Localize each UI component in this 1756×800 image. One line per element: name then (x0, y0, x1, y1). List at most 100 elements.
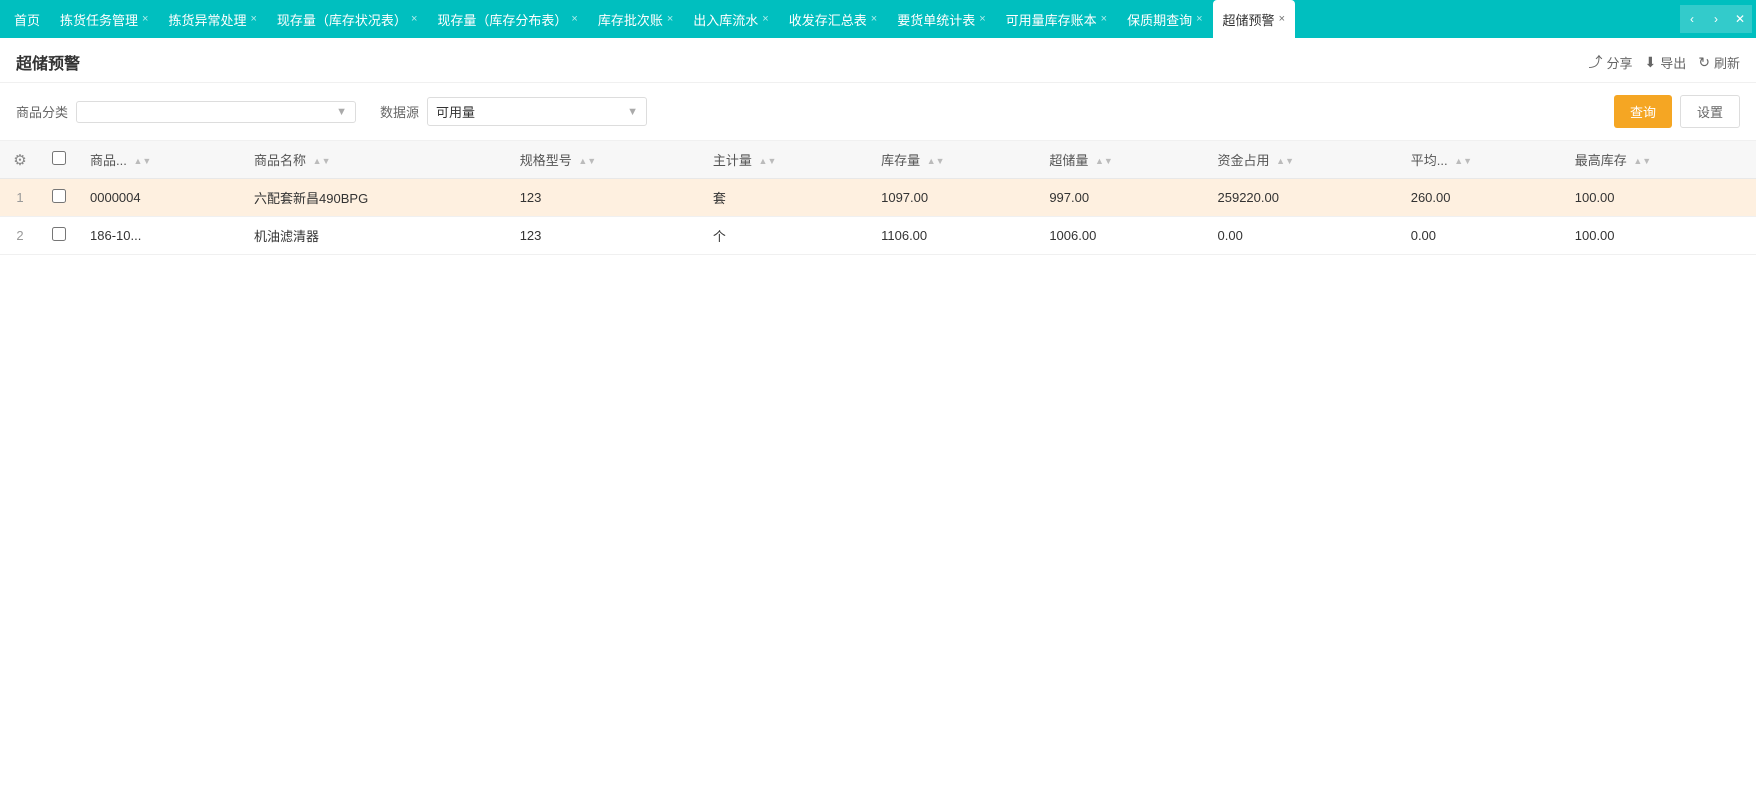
th-code[interactable]: 商品... ▲▼ (78, 141, 242, 179)
nav-arrows: ‹ › ✕ (1680, 5, 1752, 33)
row-stock-2: 1106.00 (869, 217, 1037, 255)
category-select[interactable]: ▼ (76, 101, 356, 123)
page-title: 超储预警 (16, 50, 1588, 74)
category-dropdown-icon: ▼ (336, 106, 347, 118)
th-capital[interactable]: 资金占用 ▲▼ (1206, 141, 1399, 179)
overstock-table: ⚙ 商品... ▲▼ 商品名称 ▲▼ 规格型号 ▲▼ (0, 141, 1756, 255)
refresh-label: 刷新 (1714, 53, 1740, 72)
nav-item-inventory-status[interactable]: 现存量（库存状况表） × (267, 0, 427, 38)
nav-arrow-close[interactable]: ✕ (1728, 5, 1752, 33)
share-button[interactable]: ⤴ 分享 (1588, 52, 1632, 72)
row-spec-2: 123 (508, 217, 701, 255)
sort-icon-name[interactable]: ▲▼ (313, 157, 331, 166)
nav-item-pick-task[interactable]: 拣货任务管理 × (50, 0, 158, 38)
nav-label-inout-flow: 出入库流水 (693, 10, 758, 29)
query-button[interactable]: 查询 (1614, 95, 1672, 128)
row-select-1[interactable] (52, 189, 66, 203)
close-icon-order-stats[interactable]: × (979, 13, 985, 25)
nav-arrow-right[interactable]: › (1704, 5, 1728, 33)
th-avg[interactable]: 平均... ▲▼ (1399, 141, 1563, 179)
nav-item-home[interactable]: 首页 (4, 0, 50, 38)
nav-item-inout-flow[interactable]: 出入库流水 × (683, 0, 778, 38)
filter-buttons: 查询 设置 (1614, 95, 1740, 128)
close-icon-overstock[interactable]: × (1279, 13, 1285, 25)
th-spec[interactable]: 规格型号 ▲▼ (508, 141, 701, 179)
col-unit-label: 主计量 (713, 153, 752, 168)
datasource-value: 可用量 (436, 102, 475, 121)
nav-label-overstock: 超储预警 (1223, 10, 1275, 29)
th-maxstock[interactable]: 最高库存 ▲▼ (1563, 141, 1756, 179)
page-header: 超储预警 ⤴ 分享 ⬇ 导出 ↻ 刷新 (0, 38, 1756, 83)
sort-icon-unit[interactable]: ▲▼ (759, 157, 777, 166)
close-icon-inventory-dist[interactable]: × (571, 13, 577, 25)
settings-button[interactable]: 设置 (1680, 95, 1740, 128)
sort-icon-avg[interactable]: ▲▼ (1454, 157, 1472, 166)
datasource-select[interactable]: 可用量 ▼ (427, 97, 647, 126)
row-code-2: 186-10... (78, 217, 242, 255)
export-icon: ⬇ (1645, 54, 1657, 71)
col-code-label: 商品... (90, 153, 127, 168)
nav-item-batch-account[interactable]: 库存批次账 × (588, 0, 683, 38)
sort-icon-maxstock[interactable]: ▲▼ (1633, 157, 1651, 166)
th-stock[interactable]: 库存量 ▲▼ (869, 141, 1037, 179)
sort-icon-code[interactable]: ▲▼ (133, 157, 151, 166)
row-num-1: 1 (0, 179, 40, 217)
filter-category: 商品分类 ▼ (16, 101, 356, 123)
table-row: 1 0000004 六配套新昌490BPG 123 套 1097.00 997.… (0, 179, 1756, 217)
row-unit-2: 个 (701, 217, 869, 255)
close-icon-inout-flow[interactable]: × (762, 13, 768, 25)
col-over-label: 超储量 (1049, 153, 1088, 168)
table-row: 2 186-10... 机油滤清器 123 个 1106.00 1006.00 … (0, 217, 1756, 255)
nav-item-order-stats[interactable]: 要货单统计表 × (887, 0, 995, 38)
close-icon-receive-summary[interactable]: × (871, 13, 877, 25)
nav-item-overstock[interactable]: 超储预警 × (1213, 0, 1295, 38)
table-container: ⚙ 商品... ▲▼ 商品名称 ▲▼ 规格型号 ▲▼ (0, 141, 1756, 255)
nav-label-available-account: 可用量库存账本 (1006, 10, 1097, 29)
gear-icon[interactable]: ⚙ (13, 152, 26, 169)
nav-item-receive-summary[interactable]: 收发存汇总表 × (779, 0, 887, 38)
filter-datasource: 数据源 可用量 ▼ (380, 97, 647, 126)
nav-label-quality-period: 保质期查询 (1127, 10, 1192, 29)
close-icon-inventory-status[interactable]: × (411, 13, 417, 25)
nav-item-inventory-dist[interactable]: 现存量（库存分布表） × (427, 0, 587, 38)
share-label: 分享 (1606, 53, 1632, 72)
row-avg-2: 0.00 (1399, 217, 1563, 255)
sort-icon-over[interactable]: ▲▼ (1095, 157, 1113, 166)
refresh-button[interactable]: ↻ 刷新 (1698, 53, 1740, 72)
row-name-2: 机油滤清器 (242, 217, 508, 255)
nav-item-quality-period[interactable]: 保质期查询 × (1117, 0, 1212, 38)
row-checkbox-2[interactable] (40, 217, 78, 255)
row-maxstock-1: 100.00 (1563, 179, 1756, 217)
close-icon-pick-exception[interactable]: × (250, 13, 256, 25)
col-avg-label: 平均... (1411, 153, 1448, 168)
th-over[interactable]: 超储量 ▲▼ (1037, 141, 1205, 179)
col-capital-label: 资金占用 (1218, 153, 1270, 168)
row-maxstock-2: 100.00 (1563, 217, 1756, 255)
row-over-1: 997.00 (1037, 179, 1205, 217)
sort-icon-capital[interactable]: ▲▼ (1276, 157, 1294, 166)
row-code-1: 0000004 (78, 179, 242, 217)
export-button[interactable]: ⬇ 导出 (1645, 53, 1687, 72)
sort-icon-stock[interactable]: ▲▼ (927, 157, 945, 166)
nav-label-inventory-dist: 现存量（库存分布表） (437, 10, 567, 29)
close-icon-available-account[interactable]: × (1101, 13, 1107, 25)
row-checkbox-1[interactable] (40, 179, 78, 217)
select-all-checkbox[interactable] (52, 151, 66, 165)
close-icon-pick-task[interactable]: × (142, 13, 148, 25)
row-name-1: 六配套新昌490BPG (242, 179, 508, 217)
nav-label-pick-exception: 拣货异常处理 (168, 10, 246, 29)
row-stock-1: 1097.00 (869, 179, 1037, 217)
row-capital-1: 259220.00 (1206, 179, 1399, 217)
th-settings[interactable]: ⚙ (0, 141, 40, 179)
th-name[interactable]: 商品名称 ▲▼ (242, 141, 508, 179)
sort-icon-spec[interactable]: ▲▼ (578, 157, 596, 166)
datasource-dropdown-icon: ▼ (627, 106, 638, 118)
nav-item-available-account[interactable]: 可用量库存账本 × (996, 0, 1117, 38)
close-icon-batch-account[interactable]: × (667, 13, 673, 25)
row-select-2[interactable] (52, 227, 66, 241)
nav-arrow-left[interactable]: ‹ (1680, 5, 1704, 33)
th-unit[interactable]: 主计量 ▲▼ (701, 141, 869, 179)
nav-item-pick-exception[interactable]: 拣货异常处理 × (158, 0, 266, 38)
close-icon-quality-period[interactable]: × (1196, 13, 1202, 25)
col-name-label: 商品名称 (254, 153, 306, 168)
